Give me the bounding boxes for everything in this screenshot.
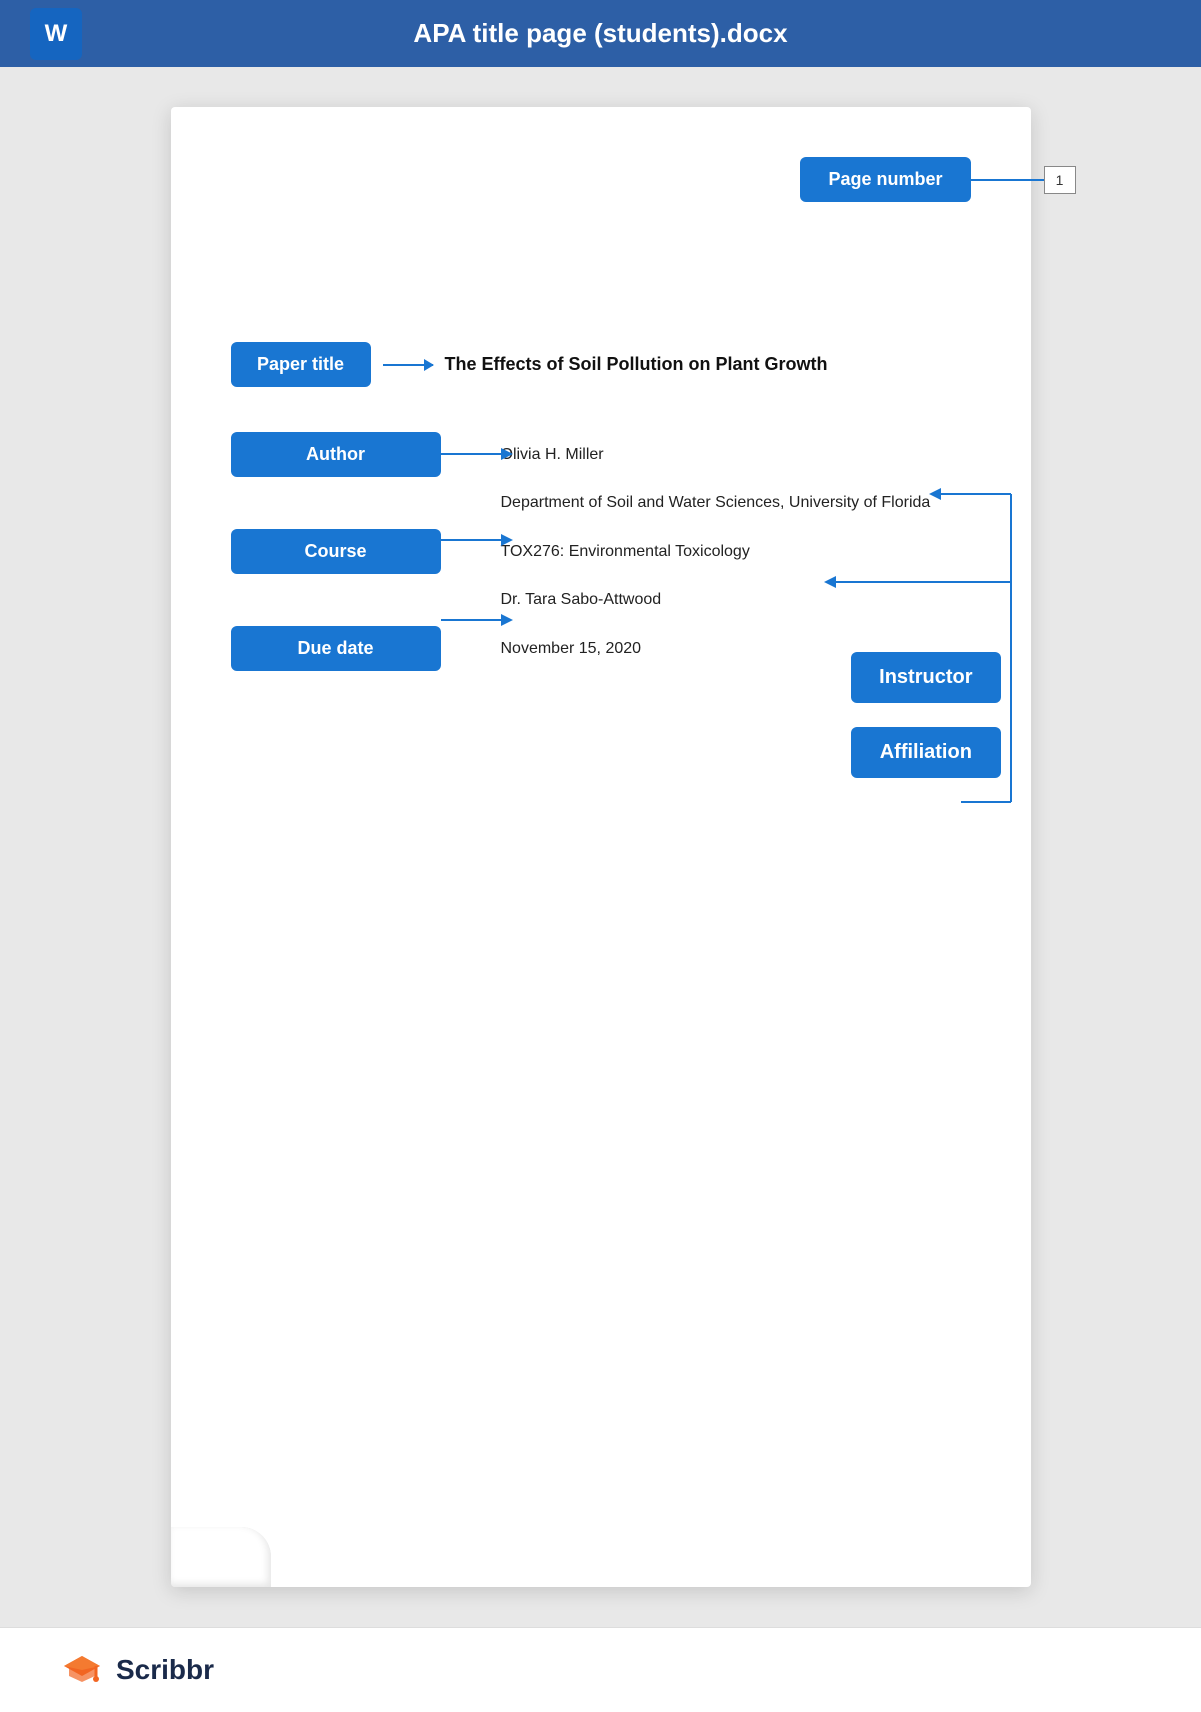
course-content: TOX276: Environmental Toxicology (441, 543, 971, 561)
paper-title-badge: Paper title (231, 342, 371, 387)
affiliation-row: Department of Soil and Water Sciences, U… (231, 485, 971, 521)
course-row: Course TOX276: Environmental Toxicology (231, 529, 971, 574)
word-icon: W (30, 8, 82, 60)
affiliation-content: Department of Soil and Water Sciences, U… (441, 494, 971, 512)
author-badge: Author (231, 432, 441, 477)
right-badges-group: Instructor Affiliation (851, 652, 1000, 778)
header-title: APA title page (students).docx (413, 18, 787, 49)
affiliation-badge: Affiliation (851, 727, 1000, 778)
page-number-box: 1 (1044, 166, 1076, 194)
author-label-col: Author (231, 432, 441, 477)
instructor-content: Dr. Tara Sabo-Attwood (441, 591, 971, 609)
course-label-col: Course (231, 529, 441, 574)
header-bar: W APA title page (students).docx (0, 0, 1201, 67)
author-text: Olivia H. Miller (501, 442, 604, 467)
paper-title-arrow (383, 364, 433, 366)
scribbr-logo-text: Scribbr (116, 1654, 214, 1686)
course-text: TOX276: Environmental Toxicology (501, 539, 750, 564)
paper-title-text: The Effects of Soil Pollution on Plant G… (445, 354, 828, 375)
author-content: Olivia H. Miller (441, 446, 971, 464)
page-number-badge: Page number (800, 157, 970, 202)
details-container: Author Olivia H. Miller Department of So… (231, 432, 971, 679)
main-content: Page number 1 Paper title The Effects of… (0, 67, 1201, 1627)
due-date-badge: Due date (231, 626, 441, 671)
document: Page number 1 Paper title The Effects of… (171, 107, 1031, 1587)
instructor-row: Dr. Tara Sabo-Attwood (231, 582, 971, 618)
due-date-label-col: Due date (231, 626, 441, 671)
due-date-text: November 15, 2020 (501, 636, 642, 661)
scribbr-logo-icon (60, 1648, 104, 1692)
affiliation-text: Department of Soil and Water Sciences, U… (501, 490, 931, 515)
instructor-badge: Instructor (851, 652, 1000, 703)
author-row: Author Olivia H. Miller (231, 432, 971, 477)
course-badge: Course (231, 529, 441, 574)
footer-bar: Scribbr (0, 1627, 1201, 1712)
paper-title-row: Paper title The Effects of Soil Pollutio… (231, 342, 971, 387)
page-number-area: Page number 1 (231, 157, 971, 202)
content-section: Paper title The Effects of Soil Pollutio… (231, 342, 971, 679)
document-curl (171, 1527, 271, 1587)
instructor-text: Dr. Tara Sabo-Attwood (501, 587, 662, 612)
